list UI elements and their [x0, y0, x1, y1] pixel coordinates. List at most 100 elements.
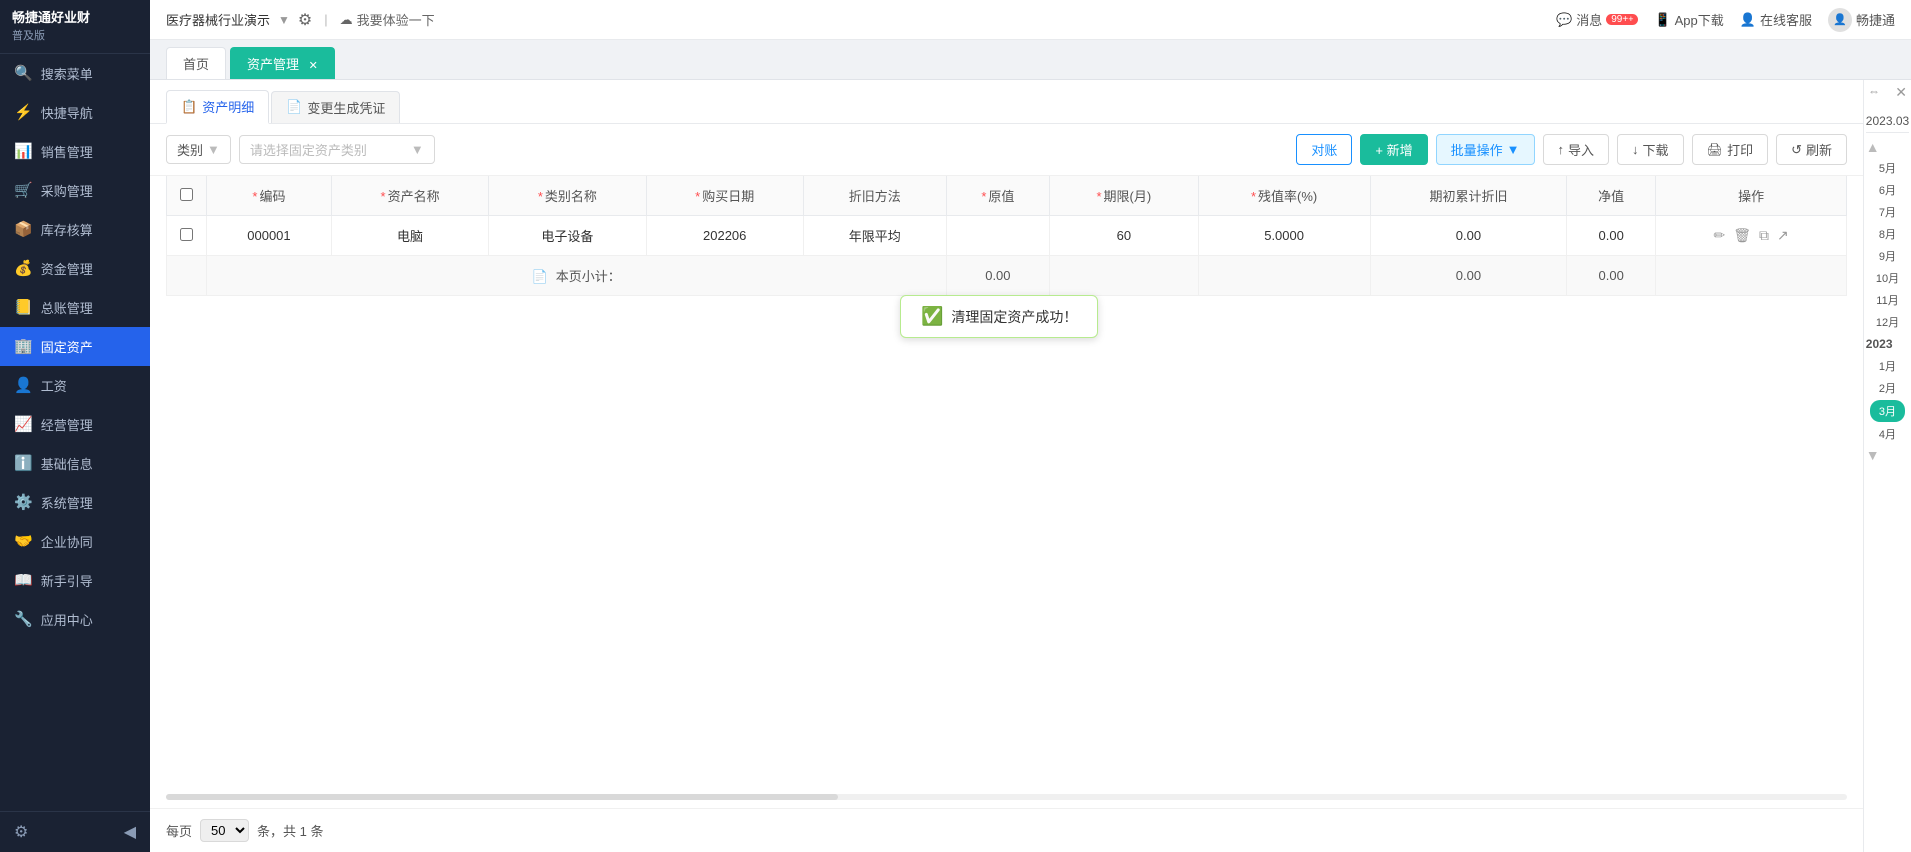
- panel-expand-icon[interactable]: ⇔: [1868, 84, 1880, 98]
- subtotal-empty1: [167, 256, 207, 296]
- experience-link[interactable]: ☁ 我要体验一下: [340, 10, 435, 29]
- sidebar-item-quicknav[interactable]: ⚡ 快捷导航: [0, 93, 150, 132]
- month-12[interactable]: 12月: [1866, 311, 1909, 333]
- sidebar-item-label: 系统管理: [41, 493, 93, 512]
- sidebar-item-ledger[interactable]: 📒 总账管理: [0, 288, 150, 327]
- online-service-label: 在线客服: [1760, 10, 1812, 29]
- basic-info-icon: ℹ️: [14, 454, 33, 472]
- dropdown-arrow-icon: ▼: [278, 13, 290, 27]
- system-icon: ⚙️: [14, 493, 33, 511]
- content-main: 📋 资产明细 📄 变更生成凭证 类别 ▼ 请选择固定资产类别: [150, 80, 1863, 852]
- row-checkbox[interactable]: [180, 228, 193, 241]
- cell-initial-depr: 0.00: [1370, 216, 1566, 256]
- col-code: *编码: [207, 176, 332, 216]
- online-service-button[interactable]: 👤 在线客服: [1740, 10, 1812, 29]
- panel-close-icon[interactable]: ✕: [1895, 84, 1907, 101]
- app-download-button[interactable]: 📱 App下载: [1654, 10, 1723, 29]
- subtab-asset-detail[interactable]: 📋 资产明细: [166, 90, 269, 124]
- asset-category-select[interactable]: 请选择固定资产类别 ▼: [239, 135, 435, 164]
- category-filter[interactable]: 类别 ▼: [166, 135, 231, 164]
- asset-category-placeholder: 请选择固定资产类别: [250, 140, 367, 159]
- select-all-checkbox[interactable]: [180, 188, 193, 201]
- month-7[interactable]: 7月: [1866, 201, 1909, 223]
- col-original-value: *原值: [946, 176, 1050, 216]
- copy-icon[interactable]: ⧉: [1759, 227, 1769, 244]
- sidebar-item-appstore[interactable]: 🔧 应用中心: [0, 600, 150, 639]
- bulk-button[interactable]: 批量操作 ▼: [1436, 134, 1535, 165]
- tab-asset-management[interactable]: 资产管理 ✕: [230, 47, 335, 79]
- new-button[interactable]: + 新增: [1360, 134, 1427, 165]
- tab-close-icon[interactable]: ✕: [309, 60, 318, 72]
- sidebar-item-salary[interactable]: 👤 工资: [0, 366, 150, 405]
- nav-down-arrow[interactable]: ▼: [1866, 445, 1909, 465]
- sidebar-bottom: ⚙ ◀: [0, 811, 150, 852]
- download-button[interactable]: ↓ 下载: [1617, 134, 1684, 165]
- month-4[interactable]: 4月: [1866, 423, 1909, 445]
- col-name: *资产名称: [331, 176, 488, 216]
- delete-icon[interactable]: 🗑: [1733, 227, 1751, 244]
- month-3-active[interactable]: 3月: [1870, 400, 1905, 422]
- month-1[interactable]: 1月: [1866, 355, 1909, 377]
- col-purchase-date: *购买日期: [646, 176, 803, 216]
- row-checkbox-cell[interactable]: [167, 216, 207, 256]
- reconcile-button[interactable]: 对账: [1296, 134, 1352, 165]
- messages-button[interactable]: 💬 消息 99++: [1556, 10, 1638, 29]
- edit-icon[interactable]: ✏: [1713, 227, 1725, 244]
- horizontal-scrollbar[interactable]: [166, 794, 1847, 800]
- more-icon[interactable]: ↗: [1777, 227, 1789, 244]
- subtotal-initial-depr: 0.00: [1370, 256, 1566, 296]
- sidebar-item-finance[interactable]: 💰 资金管理: [0, 249, 150, 288]
- sidebar-item-collab[interactable]: 🤝 企业协同: [0, 522, 150, 561]
- subtotal-label-cell: 📄 本页小计：: [207, 256, 947, 296]
- import-button[interactable]: ↑ 导入: [1543, 134, 1610, 165]
- collapse-icon[interactable]: ◀: [124, 822, 136, 842]
- col-depr-method: 折旧方法: [803, 176, 946, 216]
- sidebar-item-purchase[interactable]: 🛒 采购管理: [0, 171, 150, 210]
- month-10[interactable]: 10月: [1866, 267, 1909, 289]
- sidebar-item-label: 企业协同: [41, 532, 93, 551]
- new-label: + 新增: [1375, 140, 1412, 159]
- month-6[interactable]: 6月: [1866, 179, 1909, 201]
- settings-bottom-icon[interactable]: ⚙: [14, 822, 28, 842]
- total-count: 条，共 1 条: [257, 821, 323, 840]
- sidebar-item-fixed-assets[interactable]: 🏢 固定资产: [0, 327, 150, 366]
- filter-label: 类别: [177, 140, 203, 159]
- sidebar-item-label: 经营管理: [41, 415, 93, 434]
- month-5[interactable]: 5月: [1866, 157, 1909, 179]
- subtab-change-voucher[interactable]: 📄 变更生成凭证: [271, 91, 400, 123]
- tab-home[interactable]: 首页: [166, 47, 226, 79]
- sidebar-item-inventory[interactable]: 📦 库存核算: [0, 210, 150, 249]
- content-area: 📋 资产明细 📄 变更生成凭证 类别 ▼ 请选择固定资产类别: [150, 80, 1911, 852]
- sidebar-item-basic-info[interactable]: ℹ️ 基础信息: [0, 444, 150, 483]
- year-month-display: 2023.03: [1866, 110, 1909, 133]
- table-header-row: *编码 *资产名称 *类别名称 *购买日期 折旧方法 *原值 *期限(月) *残…: [167, 176, 1847, 216]
- month-11[interactable]: 11月: [1866, 289, 1909, 311]
- sidebar-item-label: 总账管理: [41, 298, 93, 317]
- print-button[interactable]: 🖨 打印: [1692, 134, 1769, 165]
- month-8[interactable]: 8月: [1866, 223, 1909, 245]
- sidebar-item-system[interactable]: ⚙️ 系统管理: [0, 483, 150, 522]
- sidebar-item-sales[interactable]: 📊 销售管理: [0, 132, 150, 171]
- year-label: 2023: [1866, 333, 1909, 355]
- sidebar-item-search[interactable]: 🔍 搜索菜单: [0, 54, 150, 93]
- fixed-assets-icon: 🏢: [14, 337, 33, 355]
- sidebar-item-label: 固定资产: [41, 337, 93, 356]
- month-9[interactable]: 9月: [1866, 245, 1909, 267]
- nav-up-arrow[interactable]: ▲: [1866, 137, 1909, 157]
- sidebar-item-guide[interactable]: 📖 新手引导: [0, 561, 150, 600]
- col-period: *期限(月): [1050, 176, 1198, 216]
- tab-asset-label: 资产管理: [247, 57, 299, 72]
- user-avatar[interactable]: 👤 畅捷通: [1828, 8, 1895, 32]
- subtotal-original: 0.00: [946, 256, 1050, 296]
- sidebar-item-label: 资金管理: [41, 259, 93, 278]
- select-all-header[interactable]: [167, 176, 207, 216]
- per-page-select[interactable]: 50: [200, 819, 249, 842]
- print-label: 打印: [1727, 140, 1753, 159]
- month-2[interactable]: 2月: [1866, 377, 1909, 399]
- subtotal-label: 本页小计：: [556, 269, 621, 284]
- cell-residual-rate: 5.0000: [1198, 216, 1370, 256]
- message-icon: 💬: [1556, 12, 1572, 28]
- settings-icon[interactable]: ⚙: [298, 10, 312, 30]
- refresh-button[interactable]: ↺ 刷新: [1776, 134, 1847, 165]
- sidebar-item-operations[interactable]: 📈 经营管理: [0, 405, 150, 444]
